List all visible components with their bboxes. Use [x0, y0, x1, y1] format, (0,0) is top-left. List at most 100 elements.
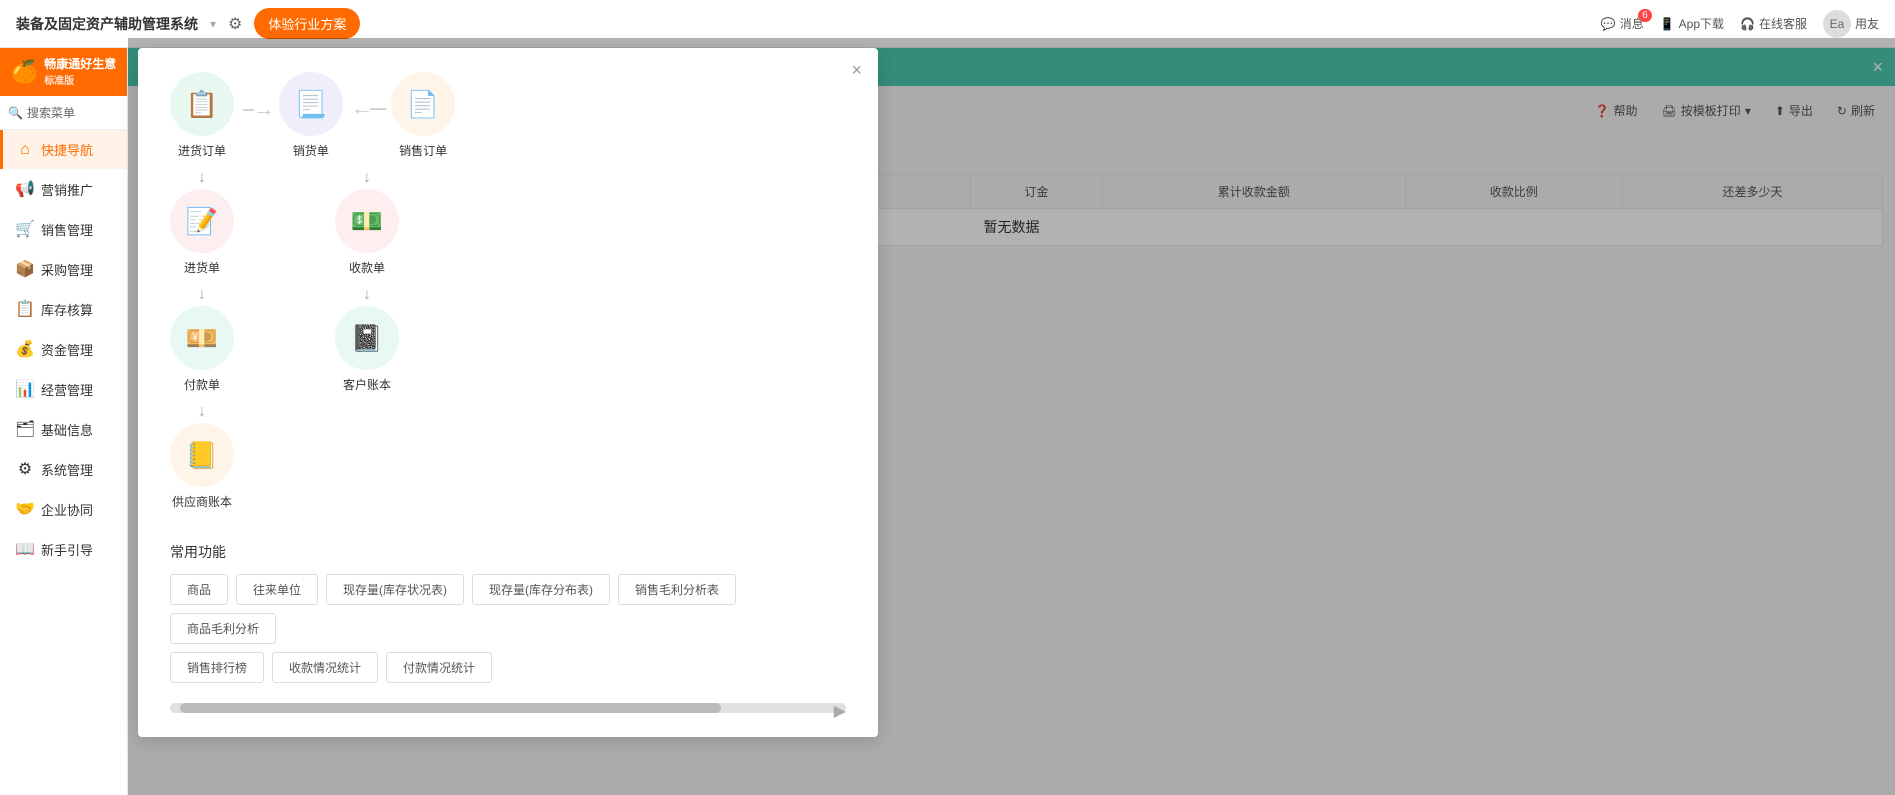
- sidebar-item-label-enterprise: 企业协同: [41, 500, 93, 519]
- func-btn-sales-rank[interactable]: 销售排行榜: [170, 652, 264, 683]
- experience-btn[interactable]: 体验行业方案: [254, 8, 360, 39]
- sidebar-item-label-guide: 新手引导: [41, 540, 93, 559]
- sidebar-item-label-inventory: 库存核算: [41, 300, 93, 319]
- purchase-receipt-icon: 📝: [170, 189, 234, 253]
- dashed-arrow-right-1: - - →: [242, 96, 271, 122]
- func-btn-payment-stats[interactable]: 付款情况统计: [386, 652, 492, 683]
- common-functions-title: 常用功能: [170, 542, 846, 562]
- arrow-down-receipt: ↓: [363, 286, 371, 304]
- sales-order-icon: 📄: [391, 72, 455, 136]
- sidebar-logo: 🍊 畅康通好生意 标准版: [0, 48, 127, 96]
- purchase-receipt-label: 进货单: [184, 259, 220, 276]
- chart-icon: 📊: [15, 379, 35, 399]
- user-profile[interactable]: Ea 用友: [1823, 10, 1879, 38]
- sidebar-item-label-marketing: 营销推广: [41, 180, 93, 199]
- search-menu-label: 搜索菜单: [27, 104, 75, 121]
- settings-icon[interactable]: ⚙: [228, 14, 242, 34]
- box-icon: 📦: [15, 259, 35, 279]
- func-buttons-row-2: 销售排行榜 收款情况统计 付款情况统计: [170, 652, 846, 683]
- sidebar-item-operation[interactable]: 📊 经营管理: [0, 369, 127, 409]
- receipt-label: 收款单: [349, 259, 385, 276]
- download-icon: 📱: [1660, 17, 1675, 31]
- logo-sub: 标准版: [44, 72, 116, 87]
- app-download-btn[interactable]: 📱 App下载: [1660, 15, 1724, 32]
- arrow-down-1: ↓: [198, 169, 206, 187]
- top-bar-left: 装备及固定资产辅助管理系统 ▾ ⚙ 体验行业方案: [16, 8, 360, 39]
- sidebar-item-quick-nav[interactable]: ⌂ 快捷导航: [0, 130, 127, 169]
- scroll-thumb: [180, 703, 721, 713]
- search-icon: 🔍: [8, 106, 23, 120]
- flow-customer-ledger[interactable]: 📓 客户账本: [335, 306, 399, 393]
- receipt-icon: 💵: [335, 189, 399, 253]
- handshake-icon: 🤝: [15, 499, 35, 519]
- flow-supplier-ledger[interactable]: 📒 供应商账本: [170, 423, 234, 510]
- sidebar-item-label-purchase: 采购管理: [41, 260, 93, 279]
- customer-ledger-icon: 📓: [335, 306, 399, 370]
- flow-sales-order[interactable]: 📄 销售订单: [391, 72, 455, 159]
- sales-receipt-label: 销货单: [293, 142, 329, 159]
- sidebar-item-marketing[interactable]: 📢 营销推广: [0, 169, 127, 209]
- message-icon: 💬: [1601, 17, 1616, 31]
- flow-purchase-order[interactable]: 📋 进货订单: [170, 72, 234, 159]
- sidebar-item-system[interactable]: ⚙ 系统管理: [0, 449, 127, 489]
- func-btn-stock-dist[interactable]: 现存量(库存分布表): [472, 574, 610, 605]
- online-service-label: 在线客服: [1759, 15, 1807, 32]
- modal-overlay[interactable]: × 📋 进货订单 ↓ 📝 进货单 ↓ 💴 付款单 ↓: [128, 38, 1895, 795]
- sidebar-item-label-quick-nav: 快捷导航: [41, 140, 93, 159]
- arrow-down-sales: ↓: [363, 169, 371, 187]
- scroll-right-arrow[interactable]: ▶: [834, 701, 846, 721]
- message-badge: 6: [1638, 9, 1652, 22]
- supplier-ledger-label: 供应商账本: [172, 493, 232, 510]
- top-bar-right: 💬 消息 6 📱 App下载 🎧 在线客服 Ea 用友: [1601, 10, 1879, 38]
- func-btn-stock-status[interactable]: 现存量(库存状况表): [326, 574, 464, 605]
- func-btn-product[interactable]: 商品: [170, 574, 228, 605]
- sidebar-item-sales[interactable]: 🛒 销售管理: [0, 209, 127, 249]
- sidebar-item-inventory[interactable]: 📋 库存核算: [0, 289, 127, 329]
- megaphone-icon: 📢: [15, 179, 35, 199]
- func-btn-sales-gross[interactable]: 销售毛利分析表: [618, 574, 736, 605]
- clipboard-icon: 📋: [15, 299, 35, 319]
- message-btn[interactable]: 💬 消息 6: [1601, 15, 1644, 32]
- money-icon: 💰: [15, 339, 35, 359]
- supplier-ledger-icon: 📒: [170, 423, 234, 487]
- flow-receipt[interactable]: 💵 收款单: [335, 189, 399, 276]
- online-service-btn[interactable]: 🎧 在线客服: [1740, 15, 1807, 32]
- flow-payment[interactable]: 💴 付款单: [170, 306, 234, 393]
- headset-icon: 🎧: [1740, 17, 1755, 31]
- avatar: Ea: [1823, 10, 1851, 38]
- payment-icon: 💴: [170, 306, 234, 370]
- cart-icon: 🛒: [15, 219, 35, 239]
- gear-icon: ⚙: [15, 459, 35, 479]
- arrow-down-3: ↓: [198, 403, 206, 421]
- user-name: 用友: [1855, 15, 1879, 32]
- scroll-track[interactable]: ▶: [170, 703, 846, 713]
- user-initial: Ea: [1830, 17, 1845, 31]
- sidebar-item-purchase[interactable]: 📦 采购管理: [0, 249, 127, 289]
- flow-purchase-receipt[interactable]: 📝 进货单: [170, 189, 234, 276]
- func-btn-product-gross[interactable]: 商品毛利分析: [170, 613, 276, 644]
- func-btn-partner[interactable]: 往来单位: [236, 574, 318, 605]
- dashed-arrow-left: ←- - -: [351, 95, 383, 121]
- search-menu-btn[interactable]: 🔍 搜索菜单: [0, 96, 127, 130]
- payment-label: 付款单: [184, 376, 220, 393]
- flow-modal: × 📋 进货订单 ↓ 📝 进货单 ↓ 💴 付款单 ↓: [138, 48, 878, 737]
- func-btn-receipt-stats[interactable]: 收款情况统计: [272, 652, 378, 683]
- app-download-label: App下载: [1679, 15, 1724, 32]
- book-icon: 📖: [15, 539, 35, 559]
- sidebar-item-label-basic-info: 基础信息: [41, 420, 93, 439]
- system-title: 装备及固定资产辅助管理系统: [16, 14, 198, 34]
- func-buttons-row: 商品 往来单位 现存量(库存状况表) 现存量(库存分布表) 销售毛利分析表 商品…: [170, 574, 846, 644]
- home-icon: ⌂: [15, 141, 35, 159]
- sidebar-item-enterprise[interactable]: 🤝 企业协同: [0, 489, 127, 529]
- purchase-order-icon: 📋: [170, 72, 234, 136]
- sidebar-item-label-system: 系统管理: [41, 460, 93, 479]
- modal-close-btn[interactable]: ×: [851, 60, 862, 81]
- sidebar-item-label-sales: 销售管理: [41, 220, 93, 239]
- sidebar-item-guide[interactable]: 📖 新手引导: [0, 529, 127, 569]
- sidebar: 🍊 畅康通好生意 标准版 🔍 搜索菜单 ⌂ 快捷导航 📢 营销推广 🛒 销售: [0, 48, 128, 795]
- sidebar-item-basic-info[interactable]: 🗂 基础信息: [0, 409, 127, 449]
- sidebar-item-finance[interactable]: 💰 资金管理: [0, 329, 127, 369]
- flow-sales-receipt[interactable]: 📃 销货单: [279, 72, 343, 159]
- system-dropdown-arrow[interactable]: ▾: [210, 17, 216, 31]
- common-functions-section: 常用功能 商品 往来单位 现存量(库存状况表) 现存量(库存分布表) 销售毛利分…: [170, 542, 846, 683]
